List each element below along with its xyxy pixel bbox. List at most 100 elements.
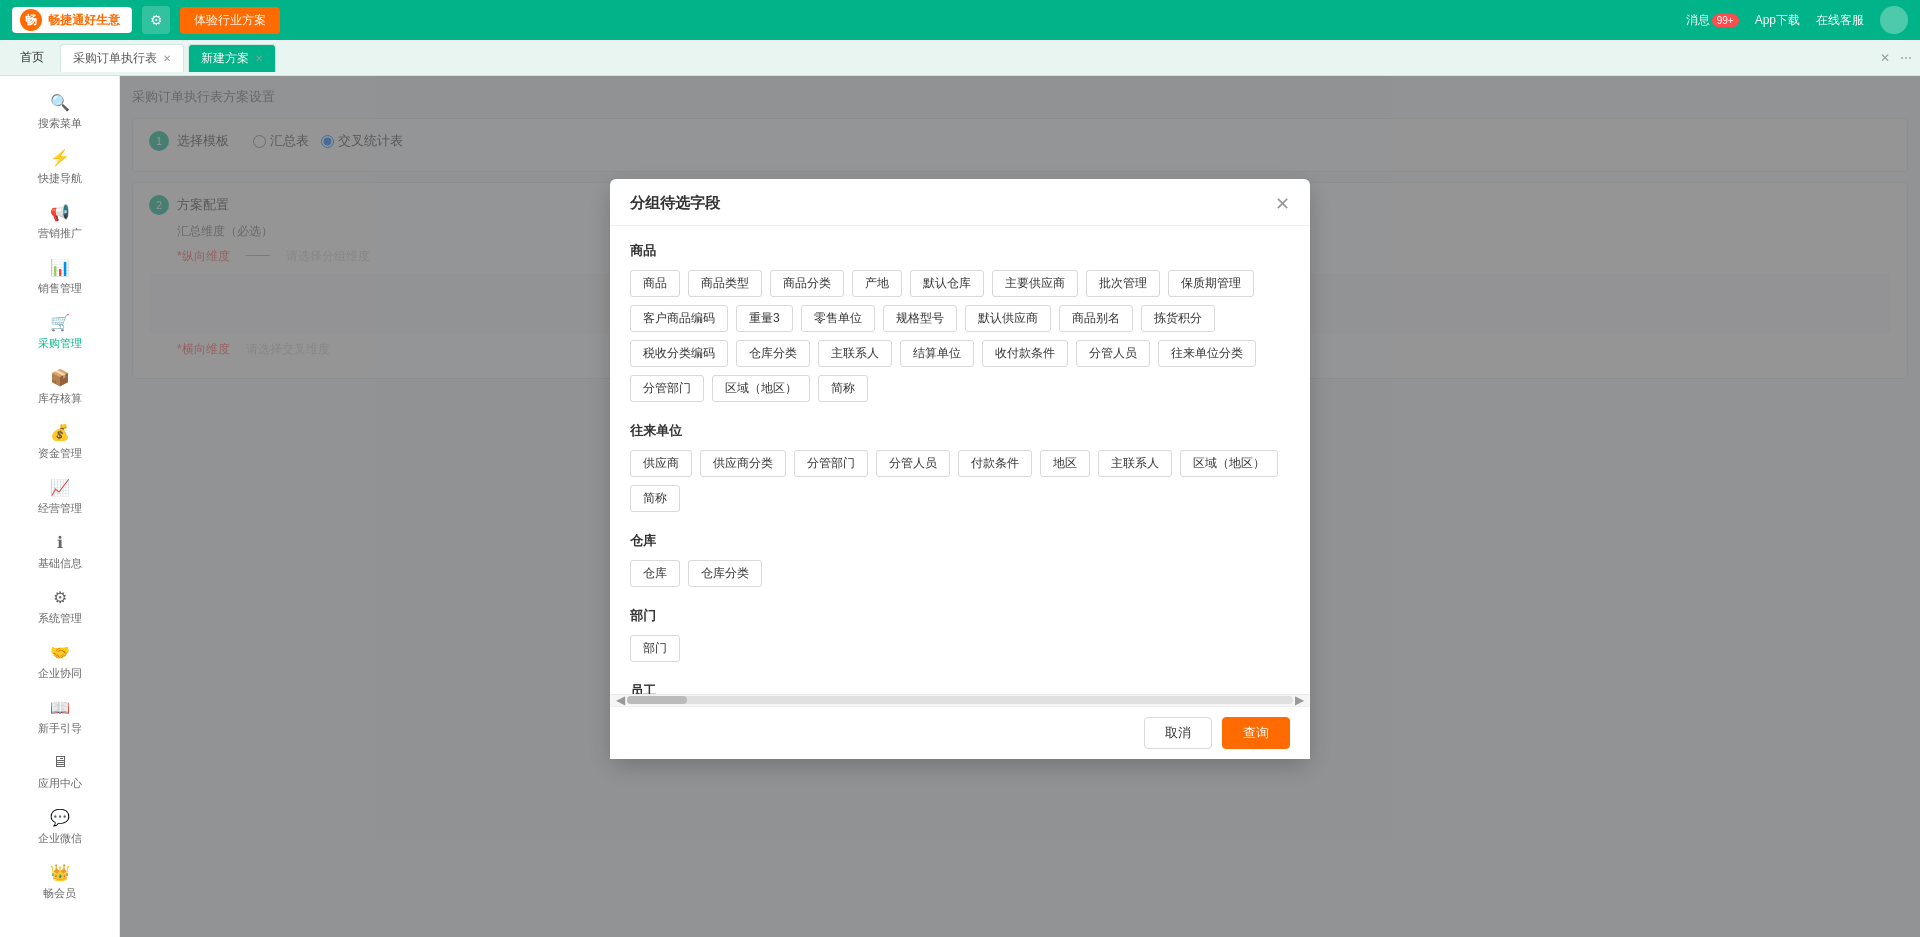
sidebar-item-app-center[interactable]: 🖥 应用中心 bbox=[0, 744, 119, 799]
tab-new-plan[interactable]: 新建方案 ✕ bbox=[188, 44, 276, 72]
field-tag-partner-6[interactable]: 主联系人 bbox=[1098, 450, 1172, 477]
field-tag-goods-3[interactable]: 产地 bbox=[852, 270, 902, 297]
field-tag-goods-7[interactable]: 保质期管理 bbox=[1168, 270, 1254, 297]
section-warehouse: 仓库 仓库 仓库分类 bbox=[630, 532, 1290, 587]
confirm-button[interactable]: 查询 bbox=[1222, 717, 1290, 749]
tab-bar: 首页 采购订单执行表 ✕ 新建方案 ✕ ✕ ⋯ bbox=[0, 40, 1920, 76]
field-tag-goods-10[interactable]: 零售单位 bbox=[801, 305, 875, 332]
field-tag-goods-18[interactable]: 结算单位 bbox=[900, 340, 974, 367]
tab-close-all[interactable]: ✕ bbox=[1880, 51, 1890, 65]
field-tag-goods-5[interactable]: 主要供应商 bbox=[992, 270, 1078, 297]
field-tag-goods-11[interactable]: 规格型号 bbox=[883, 305, 957, 332]
modal-footer: 取消 查询 bbox=[610, 706, 1310, 759]
modal-close-btn[interactable]: ✕ bbox=[1275, 193, 1290, 215]
field-tag-goods-6[interactable]: 批次管理 bbox=[1086, 270, 1160, 297]
sidebar-item-purchase[interactable]: 🛒 采购管理 bbox=[0, 304, 119, 359]
scrollbar-thumb[interactable] bbox=[627, 696, 687, 704]
field-tags-department: 部门 bbox=[630, 635, 1290, 662]
top-right-nav: 消息99+ App下载 在线客服 bbox=[1686, 6, 1908, 34]
tab-purchase-order[interactable]: 采购订单执行表 ✕ bbox=[60, 44, 184, 72]
sidebar-label-marketing: 营销推广 bbox=[38, 226, 82, 241]
sidebar-item-enterprise-collab[interactable]: 🤝 企业协同 bbox=[0, 634, 119, 689]
tab-close-new-plan[interactable]: ✕ bbox=[255, 53, 263, 64]
field-tag-goods-14[interactable]: 拣货积分 bbox=[1141, 305, 1215, 332]
field-tag-goods-2[interactable]: 商品分类 bbox=[770, 270, 844, 297]
field-tag-warehouse-1[interactable]: 仓库分类 bbox=[688, 560, 762, 587]
section-title-warehouse: 仓库 bbox=[630, 532, 1290, 550]
message-nav[interactable]: 消息99+ bbox=[1686, 12, 1739, 29]
app-download-nav[interactable]: App下载 bbox=[1755, 12, 1800, 29]
inventory-icon: 📦 bbox=[50, 367, 70, 387]
logo: 畅 畅捷通好生意 bbox=[12, 7, 132, 33]
field-tag-partner-1[interactable]: 供应商分类 bbox=[700, 450, 786, 477]
sidebar-item-vip[interactable]: 👑 畅会员 bbox=[0, 854, 119, 909]
field-tag-goods-9[interactable]: 重量3 bbox=[736, 305, 793, 332]
field-tags-warehouse: 仓库 仓库分类 bbox=[630, 560, 1290, 587]
field-tag-dept-0[interactable]: 部门 bbox=[630, 635, 680, 662]
field-tag-partner-0[interactable]: 供应商 bbox=[630, 450, 692, 477]
field-tag-partner-2[interactable]: 分管部门 bbox=[794, 450, 868, 477]
field-tag-goods-15[interactable]: 税收分类编码 bbox=[630, 340, 728, 367]
field-tag-warehouse-0[interactable]: 仓库 bbox=[630, 560, 680, 587]
section-partner: 往来单位 供应商 供应商分类 分管部门 分管人员 付款条件 地区 主联系人 区域… bbox=[630, 422, 1290, 512]
system-icon: ⚙ bbox=[50, 587, 70, 607]
settings-icon[interactable]: ⚙ bbox=[142, 6, 170, 34]
field-selection-modal: 分组待选字段 ✕ 商品 商品 商品类型 商品分类 产地 默认仓库 主要供应商 批… bbox=[610, 179, 1310, 759]
sidebar-label-purchase: 采购管理 bbox=[38, 336, 82, 351]
avatar[interactable] bbox=[1880, 6, 1908, 34]
top-nav: 畅 畅捷通好生意 ⚙ 体验行业方案 消息99+ App下载 在线客服 bbox=[0, 0, 1920, 40]
sidebar-item-sales[interactable]: 📊 销售管理 bbox=[0, 249, 119, 304]
field-tag-goods-13[interactable]: 商品别名 bbox=[1059, 305, 1133, 332]
modal-header: 分组待选字段 ✕ bbox=[610, 179, 1310, 226]
sales-icon: 📊 bbox=[50, 257, 70, 277]
operations-icon: 📈 bbox=[50, 477, 70, 497]
sidebar-item-quick-nav[interactable]: ⚡ 快捷导航 bbox=[0, 139, 119, 194]
section-employee: 员工 业务员 bbox=[630, 682, 1290, 694]
sidebar-item-inventory[interactable]: 📦 库存核算 bbox=[0, 359, 119, 414]
sidebar-label-vip: 畅会员 bbox=[43, 886, 76, 901]
field-tag-goods-21[interactable]: 往来单位分类 bbox=[1158, 340, 1256, 367]
quick-nav-icon: ⚡ bbox=[50, 147, 70, 167]
field-tag-goods-19[interactable]: 收付款条件 bbox=[982, 340, 1068, 367]
marketing-icon: 📢 bbox=[50, 202, 70, 222]
tab-close-purchase[interactable]: ✕ bbox=[163, 53, 171, 64]
app-center-icon: 🖥 bbox=[50, 752, 70, 772]
field-tag-goods-24[interactable]: 简称 bbox=[818, 375, 868, 402]
sidebar-item-marketing[interactable]: 📢 营销推广 bbox=[0, 194, 119, 249]
sidebar-item-search[interactable]: 🔍 搜索菜单 bbox=[0, 84, 119, 139]
tab-home[interactable]: 首页 bbox=[8, 44, 56, 72]
sidebar-item-guide[interactable]: 📖 新手引导 bbox=[0, 689, 119, 744]
field-tag-goods-0[interactable]: 商品 bbox=[630, 270, 680, 297]
field-tag-partner-4[interactable]: 付款条件 bbox=[958, 450, 1032, 477]
sidebar-item-system[interactable]: ⚙ 系统管理 bbox=[0, 579, 119, 634]
modal-body: 商品 商品 商品类型 商品分类 产地 默认仓库 主要供应商 批次管理 保质期管理… bbox=[610, 226, 1310, 694]
field-tag-goods-4[interactable]: 默认仓库 bbox=[910, 270, 984, 297]
field-tag-partner-7[interactable]: 区域（地区） bbox=[1180, 450, 1278, 477]
sidebar-item-basic-info[interactable]: ℹ 基础信息 bbox=[0, 524, 119, 579]
field-tag-goods-16[interactable]: 仓库分类 bbox=[736, 340, 810, 367]
sidebar-item-wechat[interactable]: 💬 企业微信 bbox=[0, 799, 119, 854]
sidebar-label-search: 搜索菜单 bbox=[38, 116, 82, 131]
modal-horizontal-scrollbar[interactable]: ◀ ▶ bbox=[610, 694, 1310, 706]
sidebar-item-operations[interactable]: 📈 经营管理 bbox=[0, 469, 119, 524]
sidebar-label-enterprise: 企业协同 bbox=[38, 666, 82, 681]
section-department: 部门 部门 bbox=[630, 607, 1290, 662]
cancel-button[interactable]: 取消 bbox=[1144, 717, 1212, 749]
sidebar-item-finance[interactable]: 💰 资金管理 bbox=[0, 414, 119, 469]
field-tag-goods-1[interactable]: 商品类型 bbox=[688, 270, 762, 297]
field-tag-partner-5[interactable]: 地区 bbox=[1040, 450, 1090, 477]
field-tag-partner-8[interactable]: 简称 bbox=[630, 485, 680, 512]
field-tag-goods-22[interactable]: 分管部门 bbox=[630, 375, 704, 402]
wechat-icon: 💬 bbox=[50, 807, 70, 827]
sidebar-label-inventory: 库存核算 bbox=[38, 391, 82, 406]
field-tag-goods-20[interactable]: 分管人员 bbox=[1076, 340, 1150, 367]
field-tag-partner-3[interactable]: 分管人员 bbox=[876, 450, 950, 477]
experience-btn[interactable]: 体验行业方案 bbox=[180, 7, 280, 34]
field-tag-goods-8[interactable]: 客户商品编码 bbox=[630, 305, 728, 332]
field-tag-goods-23[interactable]: 区域（地区） bbox=[712, 375, 810, 402]
online-service-nav[interactable]: 在线客服 bbox=[1816, 12, 1864, 29]
modal-title: 分组待选字段 bbox=[630, 194, 720, 213]
field-tag-goods-12[interactable]: 默认供应商 bbox=[965, 305, 1051, 332]
field-tag-goods-17[interactable]: 主联系人 bbox=[818, 340, 892, 367]
tab-expand[interactable]: ⋯ bbox=[1900, 51, 1912, 65]
